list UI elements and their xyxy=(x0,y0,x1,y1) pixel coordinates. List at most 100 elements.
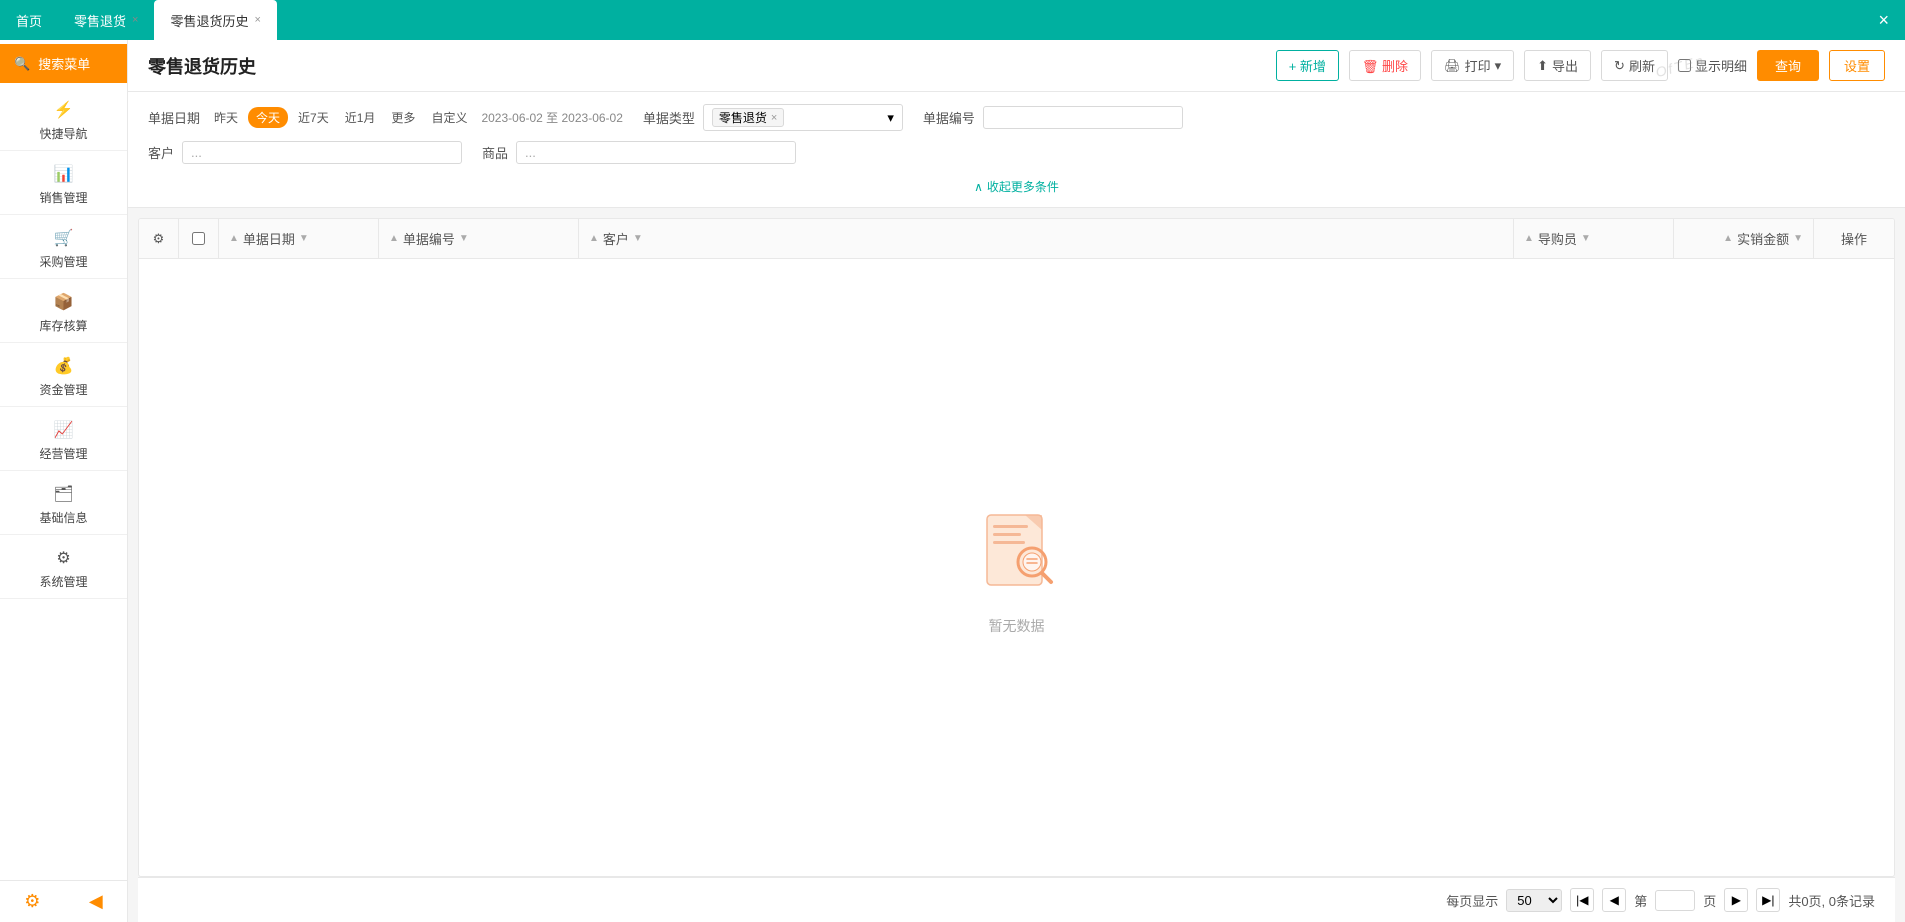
empty-illustration xyxy=(967,500,1067,600)
print-button[interactable]: 🖨 打印 ▾ xyxy=(1431,50,1514,81)
new-button[interactable]: + 新增 xyxy=(1276,50,1339,81)
prev-page-button[interactable]: ◀ xyxy=(1602,888,1626,912)
first-page-button[interactable]: |◀ xyxy=(1570,888,1594,912)
content-area: 零售退货历史 + 新增 🗑 删除 🖨 打印 ▾ ⬆ 导出 ↻ 刷新 xyxy=(128,40,1905,922)
th-guide-label: 导购员 xyxy=(1538,229,1577,248)
type-select[interactable]: 零售退货 × ▾ xyxy=(703,104,903,131)
show-detail-checkbox[interactable]: 显示明细 xyxy=(1678,56,1747,75)
sidebar-item-sales-label: 销售管理 xyxy=(39,189,87,206)
page-size-select[interactable]: 50 10 20 100 xyxy=(1506,889,1562,912)
sort-asc-icon5: ▲ xyxy=(1723,233,1733,244)
date-btn-more[interactable]: 更多 xyxy=(385,107,421,128)
sidebar-item-sales[interactable]: 📊 销售管理 xyxy=(0,151,127,215)
sidebar-item-inventory-label: 库存核算 xyxy=(39,317,87,334)
goods-select[interactable]: ... xyxy=(516,141,796,164)
sidebar-item-quick-nav[interactable]: ⚡ 快捷导航 xyxy=(0,87,127,151)
last-page-button[interactable]: ▶| xyxy=(1756,888,1780,912)
sidebar-item-operations[interactable]: 📈 经营管理 xyxy=(0,407,127,471)
type-tag-close[interactable]: × xyxy=(771,112,777,124)
page-number-input[interactable]: 1 xyxy=(1655,890,1695,911)
finance-icon: 💰 xyxy=(53,355,75,377)
type-filter-group: 单据类型 零售退货 × ▾ xyxy=(643,104,903,131)
refresh-button[interactable]: ↻ 刷新 xyxy=(1601,50,1668,81)
sort-asc-icon: ▲ xyxy=(229,233,239,244)
sidebar-item-inventory[interactable]: 📦 库存核算 xyxy=(0,279,127,343)
collapse-filter-button[interactable]: ∧ 收起更多条件 xyxy=(974,174,1059,199)
sidebar-item-system[interactable]: ⚙ 系统管理 xyxy=(0,535,127,599)
tab-retail-return-history[interactable]: 零售退货历史 × xyxy=(154,0,276,40)
select-all-checkbox[interactable] xyxy=(192,232,205,245)
base-info-icon: 🗂 xyxy=(53,483,75,505)
empty-text: 暂无数据 xyxy=(989,616,1045,636)
th-number[interactable]: ▲ 单据编号 ▼ xyxy=(379,219,579,258)
sidebar-item-quick-nav-label: 快捷导航 xyxy=(39,125,87,142)
sidebar-item-finance-label: 资金管理 xyxy=(39,381,87,398)
sidebar-item-base-info-label: 基础信息 xyxy=(39,509,87,526)
total-info: 共0页, 0条记录 xyxy=(1788,891,1875,910)
table-area: ⚙ ▲ 单据日期 ▼ ▲ 单据编号 ▼ ▲ 客户 ▼ xyxy=(138,218,1895,877)
delete-button[interactable]: 🗑 删除 xyxy=(1349,50,1421,81)
tab-retail-return-history-close[interactable]: × xyxy=(254,14,260,26)
date-btn-today[interactable]: 今天 xyxy=(248,107,288,128)
settings-icon: ⚙ xyxy=(153,231,165,247)
export-button[interactable]: ⬆ 导出 xyxy=(1524,50,1591,81)
pagination-bar: 每页显示 50 10 20 100 |◀ ◀ 第 1 页 ▶ ▶| 共0页, 0… xyxy=(138,877,1895,922)
sort-asc-icon2: ▲ xyxy=(389,233,399,244)
filter-bar: 单据日期 昨天 今天 近7天 近1月 更多 自定义 2023-06-02 至 2… xyxy=(128,92,1905,208)
type-tag: 零售退货 × xyxy=(712,108,784,127)
tab-retail-return[interactable]: 零售退货 × xyxy=(58,0,154,40)
th-guide[interactable]: ▲ 导购员 ▼ xyxy=(1514,219,1674,258)
goods-filter-label: 商品 xyxy=(482,143,508,162)
sidebar-item-finance[interactable]: 💰 资金管理 xyxy=(0,343,127,407)
table-header: ⚙ ▲ 单据日期 ▼ ▲ 单据编号 ▼ ▲ 客户 ▼ xyxy=(139,219,1894,259)
search-menu-label: 搜索菜单 xyxy=(38,54,90,73)
show-detail-input[interactable] xyxy=(1678,59,1691,72)
number-filter-input[interactable] xyxy=(983,106,1183,129)
query-button[interactable]: 查询 xyxy=(1757,50,1819,81)
tab-retail-return-label: 零售退货 xyxy=(74,11,126,30)
print-icon: 🖨 xyxy=(1444,58,1461,74)
sidebar-item-base-info[interactable]: 🗂 基础信息 xyxy=(0,471,127,535)
page-label: 第 xyxy=(1634,891,1647,910)
th-customer[interactable]: ▲ 客户 ▼ xyxy=(579,219,1514,258)
goods-filter-group: 商品 ... xyxy=(482,141,796,164)
date-btn-custom[interactable]: 自定义 xyxy=(425,107,473,128)
top-bar: 首页 零售退货 × 零售退货历史 × × xyxy=(0,0,1905,40)
number-filter-group: 单据编号 xyxy=(923,106,1183,129)
collapse-sidebar-icon[interactable]: ◀ xyxy=(89,891,103,912)
tab-home[interactable]: 首页 xyxy=(0,0,58,40)
next-page-button[interactable]: ▶ xyxy=(1724,888,1748,912)
sidebar: 🔍 搜索菜单 ⚡ 快捷导航 📊 销售管理 🛒 采购管理 📦 库存核算 💰 资金管… xyxy=(0,40,128,922)
quick-nav-icon: ⚡ xyxy=(53,99,75,121)
sidebar-item-system-label: 系统管理 xyxy=(39,573,87,590)
operations-icon: 📈 xyxy=(53,419,75,441)
print-label: 打印 xyxy=(1465,56,1491,75)
date-btn-yesterday[interactable]: 昨天 xyxy=(208,107,244,128)
set-button[interactable]: 设置 xyxy=(1829,50,1885,81)
header-actions: + 新增 🗑 删除 🖨 打印 ▾ ⬆ 导出 ↻ 刷新 显示明细 xyxy=(1276,50,1885,81)
show-detail-label: 显示明细 xyxy=(1695,56,1747,75)
th-date[interactable]: ▲ 单据日期 ▼ xyxy=(219,219,379,258)
th-operation-label: 操作 xyxy=(1841,229,1867,248)
sidebar-item-operations-label: 经营管理 xyxy=(39,445,87,462)
sidebar-bottom: ⚙ ◀ xyxy=(0,880,127,922)
sidebar-item-purchase[interactable]: 🛒 采购管理 xyxy=(0,215,127,279)
search-menu-button[interactable]: 🔍 搜索菜单 xyxy=(0,44,127,83)
sales-icon: 📊 xyxy=(53,163,75,185)
th-number-label: 单据编号 xyxy=(403,229,455,248)
date-btn-7days[interactable]: 近7天 xyxy=(292,107,335,128)
window-close-button[interactable]: × xyxy=(1862,10,1905,31)
date-btn-group: 昨天 今天 近7天 近1月 更多 自定义 xyxy=(208,107,473,128)
th-amount-label: 实销金额 xyxy=(1737,229,1789,248)
number-filter-label: 单据编号 xyxy=(923,108,975,127)
sort-asc-icon3: ▲ xyxy=(589,233,599,244)
th-checkbox[interactable] xyxy=(179,219,219,258)
th-amount[interactable]: ▲ 实销金额 ▼ xyxy=(1674,219,1814,258)
date-btn-1month[interactable]: 近1月 xyxy=(339,107,382,128)
tab-retail-return-close[interactable]: × xyxy=(132,14,138,26)
th-settings[interactable]: ⚙ xyxy=(139,219,179,258)
date-filter-label: 单据日期 xyxy=(148,108,200,127)
collapse-icon: ∧ xyxy=(974,180,983,194)
settings-bottom-icon[interactable]: ⚙ xyxy=(24,891,40,912)
customer-select[interactable]: ... xyxy=(182,141,462,164)
